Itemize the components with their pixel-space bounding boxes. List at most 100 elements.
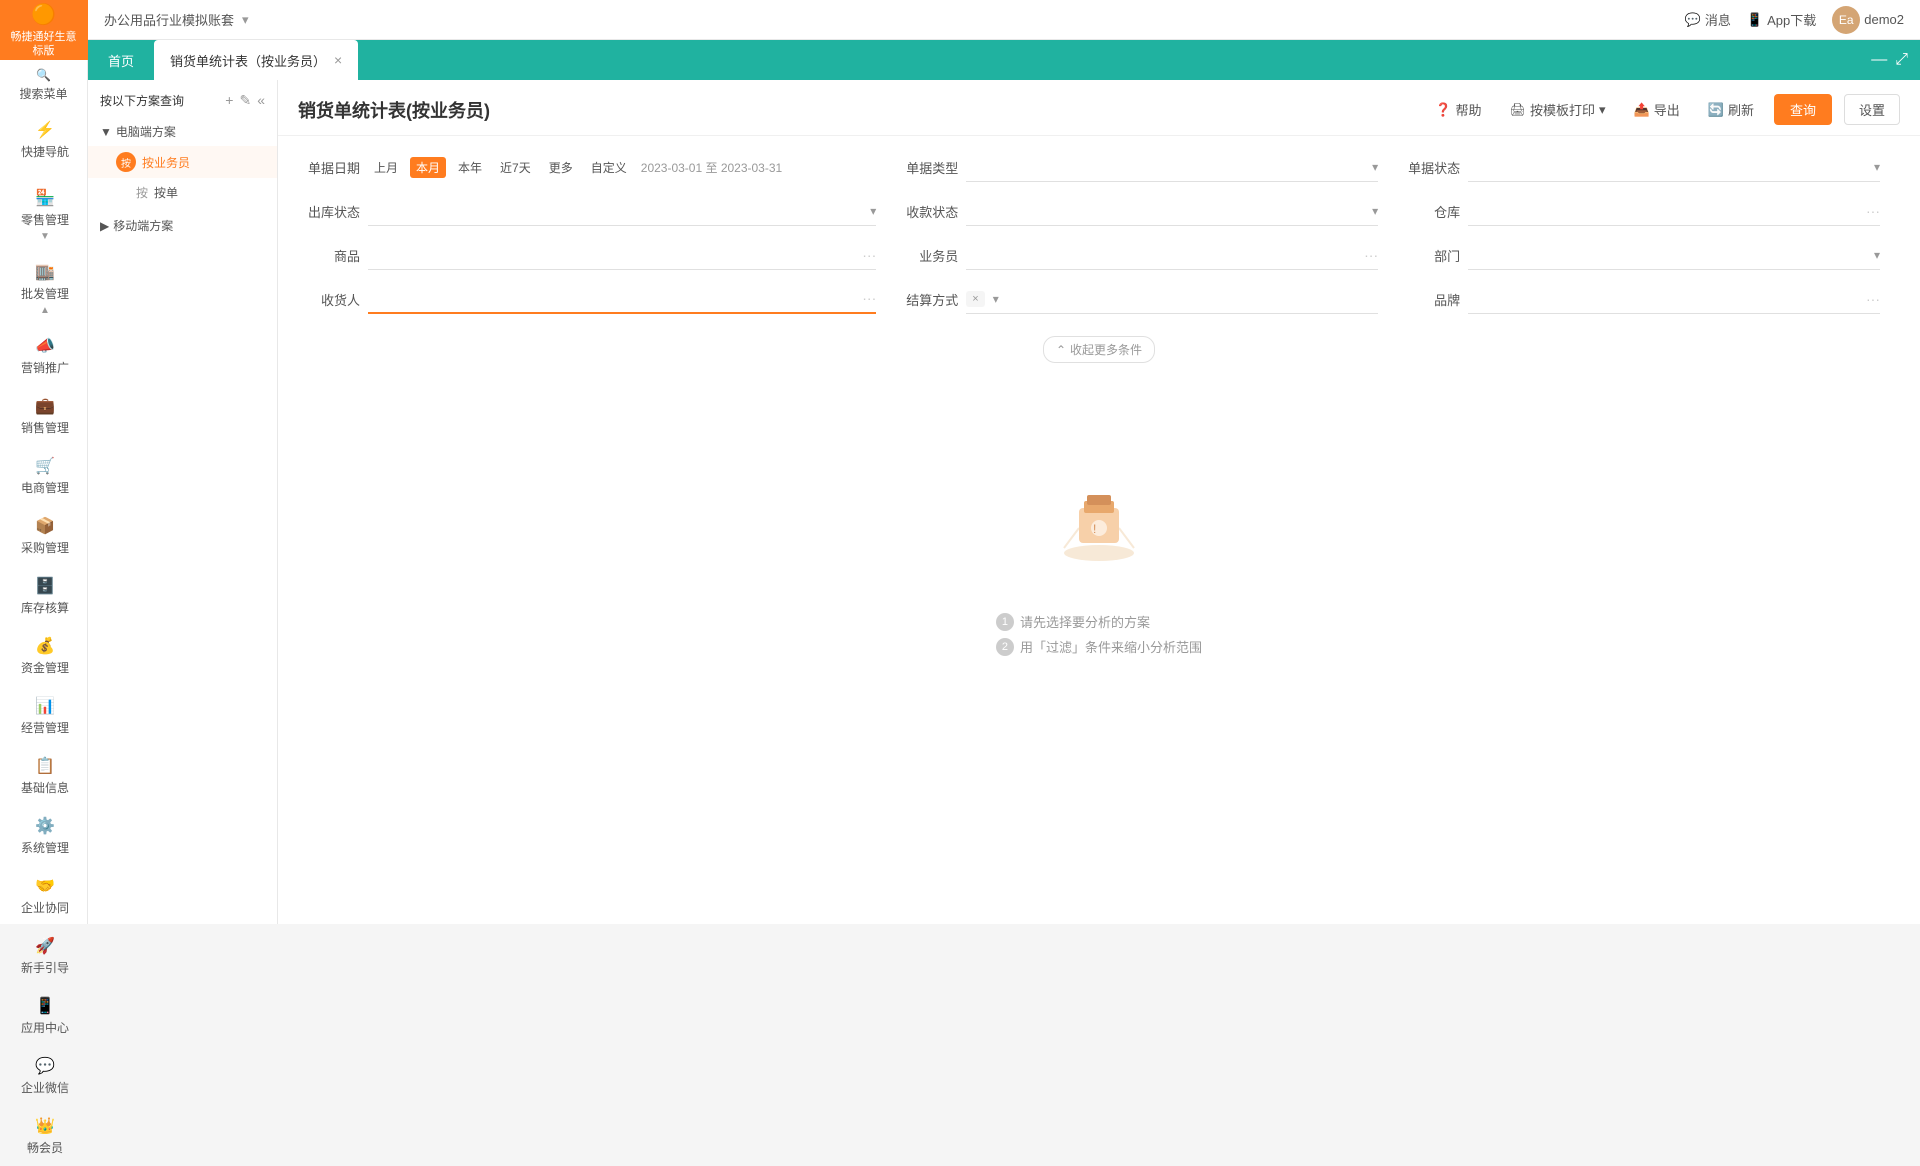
hint-2-text: 用「过滤」条件来缩小分析范围 bbox=[1020, 637, 1202, 656]
tree-item-by-salesperson[interactable]: 按 按业务员 bbox=[88, 146, 277, 178]
out-status-control[interactable]: ▾ bbox=[368, 196, 876, 226]
message-icon: 💬 bbox=[1685, 12, 1701, 28]
collapse-btn[interactable]: ⌃ 收起更多条件 bbox=[1043, 336, 1155, 363]
date-tab-this-year[interactable]: 本年 bbox=[452, 157, 488, 178]
filter-cell-salesperson: 业务员 ··· bbox=[896, 240, 1398, 270]
sidebar-item-enterprise[interactable]: 🤝 企业协同 bbox=[0, 866, 87, 926]
bill-type-control[interactable]: ▾ bbox=[966, 152, 1378, 182]
panel-header-icons: + ✎ « bbox=[225, 92, 265, 109]
payment-tag-close-btn[interactable]: × bbox=[972, 293, 978, 305]
sidebar-item-finance[interactable]: 💰 资金管理 bbox=[0, 626, 87, 686]
receiver-label: 收货人 bbox=[298, 290, 368, 309]
filter-cell-receipt-status: 收款状态 ▾ bbox=[896, 196, 1398, 226]
export-btn[interactable]: 📤 导出 bbox=[1626, 96, 1688, 123]
sidebar-item-purchase[interactable]: 📦 采购管理 bbox=[0, 506, 87, 566]
pc-group-expand-icon: ▼ bbox=[100, 125, 112, 139]
warehouse-control[interactable]: ··· bbox=[1468, 196, 1880, 226]
sidebar-item-search[interactable]: 🔍 搜索菜单 bbox=[15, 60, 71, 110]
sidebar-item-newuser[interactable]: 🚀 新手引导 bbox=[0, 926, 87, 986]
date-tab-last-month[interactable]: 上月 bbox=[368, 157, 404, 178]
user-avatar-btn[interactable]: Ea demo2 bbox=[1832, 6, 1904, 34]
date-tab-7days[interactable]: 近7天 bbox=[494, 157, 537, 178]
date-tab-more[interactable]: 更多 bbox=[543, 157, 579, 178]
filter-cell-warehouse: 仓库 ··· bbox=[1398, 196, 1900, 226]
refresh-btn[interactable]: 🔄 刷新 bbox=[1700, 96, 1762, 123]
tab-close-btn[interactable]: × bbox=[334, 52, 342, 68]
by-bill-icon: 按 bbox=[136, 184, 148, 201]
dropdown-icon[interactable]: ▾ bbox=[242, 12, 249, 28]
settings-label: 设置 bbox=[1859, 100, 1885, 119]
tab-maximize-btn[interactable]: ⤢ bbox=[1895, 51, 1908, 69]
sidebar-item-marketing[interactable]: 📣 营销推广 bbox=[0, 326, 87, 386]
hint-1-text: 请先选择要分析的方案 bbox=[1020, 612, 1150, 631]
sidebar-item-system[interactable]: ⚙️ 系统管理 bbox=[0, 806, 87, 866]
sidebar-item-basic[interactable]: 📋 基础信息 bbox=[0, 746, 87, 806]
tab-active[interactable]: 销货单统计表（按业务员） × bbox=[154, 40, 358, 80]
receiver-control[interactable]: ··· bbox=[368, 284, 876, 314]
member-label: 畅会员 bbox=[27, 1139, 63, 1156]
sidebar-item-operation[interactable]: 📊 经营管理 bbox=[0, 686, 87, 746]
sidebar-item-retail[interactable]: 🏪 零售管理 ▼ bbox=[0, 178, 87, 252]
quicknav-label: 快捷导航 bbox=[21, 143, 69, 160]
receipt-status-dropdown-icon: ▾ bbox=[1372, 204, 1378, 218]
filter-row-3: 商品 ··· 业务员 ··· 部门 bbox=[298, 240, 1900, 270]
tab-minimize-btn[interactable]: — bbox=[1871, 51, 1887, 69]
sidebar-item-ecommerce[interactable]: 🛒 电商管理 bbox=[0, 446, 87, 506]
filter-row-2: 出库状态 ▾ 收款状态 ▾ 仓库 bbox=[298, 196, 1900, 226]
sidebar-item-inventory[interactable]: 🗄️ 库存核算 bbox=[0, 566, 87, 626]
operation-icon: 📊 bbox=[35, 696, 55, 716]
purchase-label: 采购管理 bbox=[21, 539, 69, 556]
warehouse-dots-btn[interactable]: ··· bbox=[1866, 203, 1880, 219]
help-btn[interactable]: ❓ 帮助 bbox=[1427, 96, 1489, 123]
svg-text:!: ! bbox=[1093, 522, 1096, 536]
receipt-status-control[interactable]: ▾ bbox=[966, 196, 1378, 226]
filter-cell-brand: 品牌 ··· bbox=[1398, 284, 1900, 314]
dept-control[interactable]: ▾ bbox=[1468, 240, 1880, 270]
panel-add-btn[interactable]: + bbox=[225, 92, 233, 109]
brand-dots-btn[interactable]: ··· bbox=[1866, 291, 1880, 307]
collapse-bar: ⌃ 收起更多条件 bbox=[298, 328, 1900, 377]
wholesale-icon: 🏬 bbox=[35, 262, 55, 282]
pc-group-label: 电脑端方案 bbox=[116, 123, 176, 140]
sidebar-item-sales[interactable]: 💼 销售管理 bbox=[0, 386, 87, 446]
date-tab-custom[interactable]: 自定义 bbox=[585, 157, 633, 178]
tab-active-label: 销货单统计表（按业务员） bbox=[170, 51, 326, 70]
quicknav-icon: ⚡ bbox=[35, 120, 55, 140]
filter-cell-date: 单据日期 上月 本月 本年 近7天 更多 自定义 2023-03-01 至 20… bbox=[298, 157, 896, 178]
mobile-group-header[interactable]: ▶ 移动端方案 bbox=[88, 211, 277, 240]
brand-control[interactable]: ··· bbox=[1468, 284, 1880, 314]
template-print-btn[interactable]: 🖨 按模板打印 ▾ bbox=[1502, 96, 1614, 123]
date-label: 单据日期 bbox=[298, 158, 368, 177]
tab-end-icons: — ⤢ bbox=[1871, 51, 1920, 69]
basic-label: 基础信息 bbox=[21, 779, 69, 796]
sidebar-item-appcenter[interactable]: 📱 应用中心 bbox=[0, 986, 87, 1046]
empty-hint-1: 1 请先选择要分析的方案 bbox=[996, 612, 1202, 631]
dept-label: 部门 bbox=[1398, 246, 1468, 265]
tab-home[interactable]: 首页 bbox=[88, 40, 154, 80]
tree-sub-item-by-bill[interactable]: 按 按单 bbox=[88, 178, 277, 207]
settings-btn[interactable]: 设置 bbox=[1844, 94, 1900, 125]
payment-control[interactable]: × ▾ bbox=[966, 284, 1378, 314]
help-icon: ❓ bbox=[1435, 102, 1451, 118]
sidebar-item-wechat[interactable]: 💬 企业微信 bbox=[0, 1046, 87, 1106]
bill-status-control[interactable]: ▾ bbox=[1468, 152, 1880, 182]
app-download-btn[interactable]: 📱 App下载 bbox=[1747, 10, 1816, 29]
receiver-dots-btn[interactable]: ··· bbox=[862, 290, 876, 306]
goods-dots-btn[interactable]: ··· bbox=[862, 247, 876, 263]
sidebar-item-member[interactable]: 👑 畅会员 bbox=[0, 1106, 87, 1166]
query-btn[interactable]: 查询 bbox=[1774, 94, 1832, 125]
payment-dropdown-icon: ▾ bbox=[993, 292, 999, 306]
date-tab-this-month[interactable]: 本月 bbox=[410, 157, 446, 178]
salesperson-control[interactable]: ··· bbox=[966, 240, 1378, 270]
message-btn[interactable]: 💬 消息 bbox=[1685, 10, 1731, 29]
panel-collapse-btn[interactable]: « bbox=[257, 92, 265, 109]
empty-hints: 1 请先选择要分析的方案 2 用「过滤」条件来缩小分析范围 bbox=[996, 612, 1202, 662]
goods-control[interactable]: ··· bbox=[368, 240, 876, 270]
pc-group-header[interactable]: ▼ 电脑端方案 bbox=[88, 117, 277, 146]
salesperson-dots-btn[interactable]: ··· bbox=[1364, 247, 1378, 263]
bill-type-label: 单据类型 bbox=[896, 158, 966, 177]
panel-edit-btn[interactable]: ✎ bbox=[239, 92, 251, 109]
marketing-label: 营销推广 bbox=[21, 359, 69, 376]
sidebar-item-quicknav[interactable]: ⚡ 快捷导航 bbox=[0, 110, 87, 170]
sidebar-item-wholesale[interactable]: 🏬 批发管理 ▲ bbox=[0, 252, 87, 326]
